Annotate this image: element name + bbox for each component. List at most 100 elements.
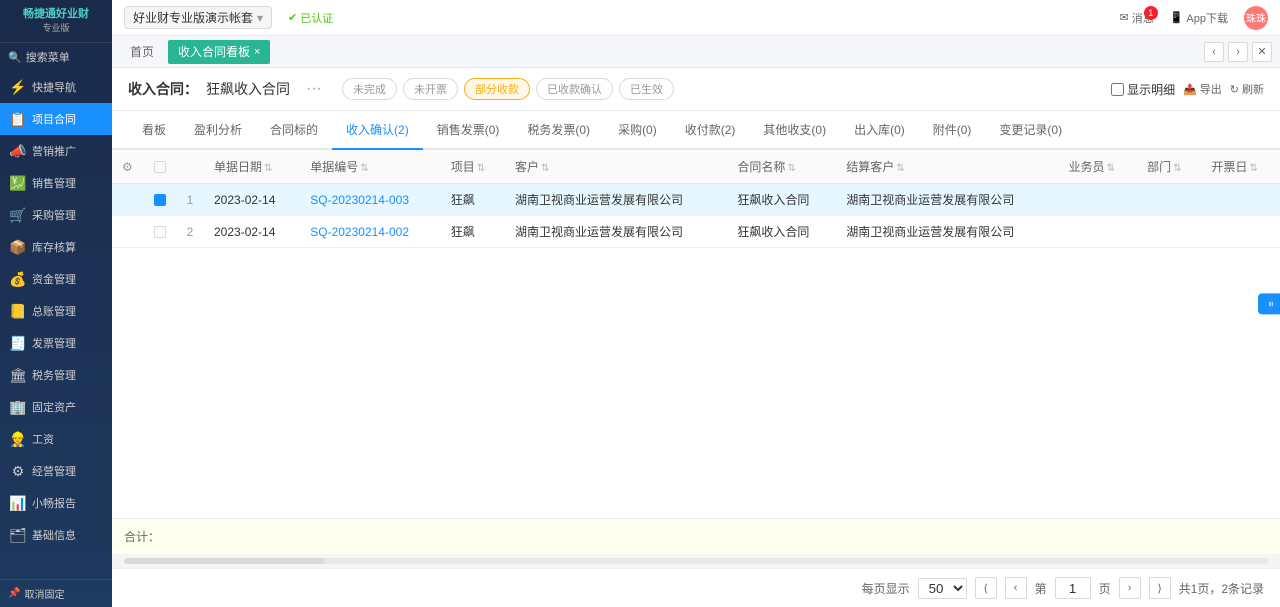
page-number-input[interactable] — [1055, 577, 1091, 599]
sidebar-item-inventory[interactable]: 📦 库存核算 — [0, 231, 112, 263]
sidebar-item-project-contract[interactable]: 📋 项目合同 — [0, 103, 112, 135]
sidebar-item-base-info[interactable]: 🗂 基础信息 — [0, 519, 112, 551]
sidebar-item-invoice-mgmt[interactable]: 🧾 发票管理 — [0, 327, 112, 359]
subtab-sales-invoice[interactable]: 销售发票(0) — [423, 111, 514, 150]
subtab-payment[interactable]: 收付款(2) — [671, 111, 750, 150]
status-uninvoiced-button[interactable]: 未开票 — [403, 78, 458, 100]
end-customer-column-header[interactable]: 结算客户⇅ — [836, 150, 1058, 184]
code-cell[interactable]: SQ-20230214-003 — [300, 184, 440, 216]
scrollbar-thumb[interactable] — [124, 558, 324, 564]
quick-action-panel[interactable]: ≡ — [1258, 293, 1280, 314]
page-size-label: 每页显示 — [862, 580, 910, 597]
checkbox-cell[interactable] — [144, 216, 176, 248]
customer-column-header[interactable]: 客户⇅ — [505, 150, 727, 184]
date-column-header[interactable]: 单据日期⇅ — [204, 150, 300, 184]
project-column-header[interactable]: 项目⇅ — [441, 150, 505, 184]
tab-prev-button[interactable]: ‹ — [1204, 42, 1224, 62]
row-num-cell: 1 — [176, 184, 204, 216]
subtab-profit[interactable]: 盈利分析 — [180, 111, 256, 150]
app-download-button[interactable]: 📱 App下载 — [1170, 10, 1228, 26]
sidebar-item-sales[interactable]: 💹 销售管理 — [0, 167, 112, 199]
prev-page-button[interactable]: ‹ — [1005, 577, 1027, 599]
invoice-date-column-header[interactable]: 开票日⇅ — [1201, 150, 1280, 184]
topbar-right: ✉ 消息 1 📱 App下载 珠珠 — [1120, 6, 1269, 30]
subtab-overview[interactable]: 看板 — [128, 111, 180, 150]
contract-name-cell: 狂飙收入合同 — [727, 216, 836, 248]
tab-home[interactable]: 首页 — [120, 36, 164, 67]
status-effective-button[interactable]: 已生效 — [619, 78, 674, 100]
check-icon: ✔ — [288, 11, 297, 24]
sidebar-footer: 📌 取消固定 — [0, 579, 112, 607]
sidebar-item-reports[interactable]: 📊 小畅报告 — [0, 487, 112, 519]
page-label-pre: 第 — [1035, 580, 1047, 597]
end-customer-cell: 湖南卫视商业运营发展有限公司 — [836, 216, 1058, 248]
checkbox-cell[interactable] — [144, 184, 176, 216]
sidebar-item-purchase[interactable]: 🛒 采购管理 — [0, 199, 112, 231]
sidebar-item-quick-nav[interactable]: ⚡ 快捷导航 — [0, 71, 112, 103]
project-icon: 📋 — [10, 111, 26, 127]
contract-name-column-header[interactable]: 合同名称⇅ — [727, 150, 836, 184]
sidebar-item-tax[interactable]: 🏛 税务管理 — [0, 359, 112, 391]
app-sub: 专业版 — [42, 21, 69, 34]
subtab-income-confirm[interactable]: 收入确认(2) — [332, 111, 423, 150]
message-icon: ✉ — [1120, 11, 1129, 24]
last-page-button[interactable]: ⟩ — [1149, 577, 1171, 599]
subtab-contract-std[interactable]: 合同标的 — [256, 111, 332, 150]
tab-close-button[interactable]: ✕ — [1252, 42, 1272, 62]
subtab-warehouse[interactable]: 出入库(0) — [840, 111, 919, 150]
subtab-purchase[interactable]: 采购(0) — [604, 111, 671, 150]
code-link[interactable]: SQ-20230214-002 — [310, 225, 409, 239]
sidebar-item-marketing[interactable]: 📣 营销推广 — [0, 135, 112, 167]
subtab-attachment[interactable]: 附件(0) — [919, 111, 986, 150]
search-menu[interactable]: 🔍 搜索菜单 — [0, 43, 112, 71]
code-link[interactable]: SQ-20230214-003 — [310, 193, 409, 207]
sidebar-item-ops-mgmt[interactable]: ⚙ 经营管理 — [0, 455, 112, 487]
table-row: 2 2023-02-14 SQ-20230214-002 狂飙 湖南卫视商业运营… — [112, 216, 1280, 248]
row-checkbox[interactable] — [154, 226, 166, 238]
tab-bar: 首页 收入合同看板 × ‹ › ✕ — [112, 36, 1280, 68]
next-page-button[interactable]: › — [1119, 577, 1141, 599]
sidebar-item-fixed-assets[interactable]: 🏢 固定资产 — [0, 391, 112, 423]
settings-icon[interactable]: ⚙ — [122, 160, 133, 174]
subtab-change-log[interactable]: 变更记录(0) — [985, 111, 1076, 150]
show-detail-toggle[interactable]: 显示明细 — [1111, 81, 1175, 98]
app-name: 畅捷通好业财 — [23, 8, 89, 21]
subtab-tax-invoice[interactable]: 税务发票(0) — [513, 111, 604, 150]
message-badge: 1 — [1144, 6, 1158, 20]
sidebar-item-general-ledger[interactable]: 📒 总账管理 — [0, 295, 112, 327]
reports-icon: 📊 — [10, 495, 26, 511]
salesperson-column-header[interactable]: 业务员⇅ — [1059, 150, 1138, 184]
tab-next-button[interactable]: › — [1228, 42, 1248, 62]
tab-income-contract-board[interactable]: 收入合同看板 × — [168, 40, 270, 64]
salesperson-sort-icon: ⇅ — [1107, 163, 1115, 174]
customer-sort-icon: ⇅ — [541, 163, 549, 174]
row-checkbox[interactable] — [154, 194, 166, 206]
scrollbar-track[interactable] — [124, 558, 1268, 564]
user-avatar-area[interactable]: 珠珠 — [1244, 6, 1268, 30]
company-selector[interactable]: 好业财专业版演示帐套 ▾ — [124, 6, 272, 29]
refresh-button[interactable]: ↻ 刷新 — [1230, 81, 1264, 97]
contract-label: 收入合同： — [128, 79, 198, 99]
first-page-button[interactable]: ⟨ — [975, 577, 997, 599]
end-customer-sort-icon: ⇅ — [896, 163, 904, 174]
customer-cell: 湖南卫视商业运营发展有限公司 — [505, 216, 727, 248]
subtab-other-income[interactable]: 其他收支(0) — [749, 111, 840, 150]
status-confirmed-button[interactable]: 已收款确认 — [536, 78, 613, 100]
horizontal-scrollbar-area — [112, 554, 1280, 568]
sidebar-item-funds[interactable]: 💰 资金管理 — [0, 263, 112, 295]
more-options-button[interactable]: ··· — [306, 80, 322, 98]
department-column-header[interactable]: 部门⇅ — [1137, 150, 1201, 184]
sidebar-item-labor[interactable]: 👷 工资 — [0, 423, 112, 455]
select-all-checkbox[interactable] — [154, 161, 166, 173]
status-incomplete-button[interactable]: 未完成 — [342, 78, 397, 100]
ledger-icon: 📒 — [10, 303, 26, 319]
sub-tabs: 看板 盈利分析 合同标的 收入确认(2) 销售发票(0) 税务发票(0) 采购(… — [112, 111, 1280, 150]
code-cell[interactable]: SQ-20230214-002 — [300, 216, 440, 248]
code-column-header[interactable]: 单据编号⇅ — [300, 150, 440, 184]
show-detail-checkbox[interactable] — [1111, 83, 1124, 96]
close-tab-icon[interactable]: × — [254, 46, 260, 58]
export-button[interactable]: 📤 导出 — [1183, 81, 1222, 97]
status-partial-button[interactable]: 部分收款 — [464, 78, 530, 100]
message-button[interactable]: ✉ 消息 1 — [1120, 10, 1154, 26]
page-size-select[interactable]: 50 — [918, 578, 967, 599]
